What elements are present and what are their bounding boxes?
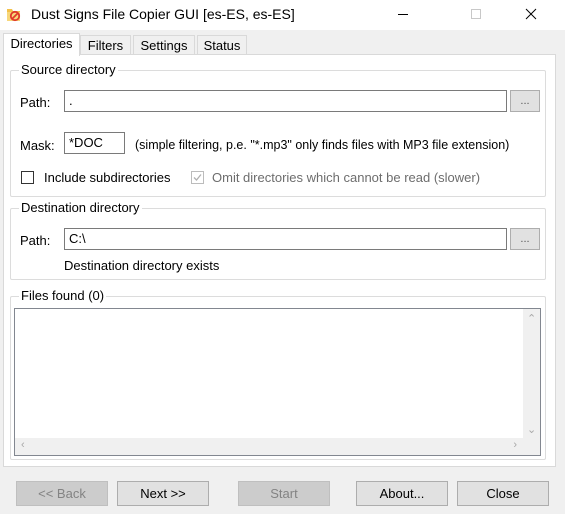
- title-bar: Dust Signs File Copier GUI [es-ES, es-ES…: [0, 0, 565, 30]
- destination-group-label: Destination directory: [19, 200, 142, 215]
- tab-filters[interactable]: Filters: [80, 35, 131, 55]
- source-path-label: Path:: [20, 95, 51, 110]
- tab-settings[interactable]: Settings: [133, 35, 195, 55]
- destination-directory-group: Destination directory Path: C:\ ... Dest…: [10, 200, 546, 280]
- checkmark-icon: [193, 174, 202, 181]
- source-group-label: Source directory: [19, 62, 118, 77]
- vertical-scrollbar[interactable]: ⌃ ⌄: [523, 309, 540, 438]
- files-found-label: Files found (0): [19, 288, 107, 303]
- minimize-icon: [397, 8, 409, 23]
- app-icon: [6, 6, 22, 23]
- tab-directories[interactable]: Directories: [3, 33, 80, 56]
- mask-hint: (simple filtering, p.e. "*.mp3" only fin…: [135, 138, 510, 152]
- directories-panel: Source directory Path: . ... Mask: *DOC …: [3, 54, 556, 467]
- omit-unreadable-checkbox: [191, 171, 204, 184]
- horizontal-scrollbar[interactable]: ‹ ›: [15, 438, 523, 455]
- scroll-left-icon[interactable]: ‹: [21, 439, 25, 451]
- window-title: Dust Signs File Copier GUI [es-ES, es-ES…: [31, 6, 295, 22]
- destination-status: Destination directory exists: [64, 258, 220, 273]
- maximize-button[interactable]: [453, 0, 499, 30]
- back-button[interactable]: << Back: [16, 481, 108, 506]
- destination-path-label: Path:: [20, 233, 51, 248]
- source-browse-button[interactable]: ...: [510, 90, 540, 112]
- destination-browse-button[interactable]: ...: [510, 228, 540, 250]
- minimize-button[interactable]: [380, 0, 426, 30]
- mask-input[interactable]: *DOC: [64, 132, 125, 154]
- close-button[interactable]: Close: [457, 481, 549, 506]
- close-icon: [525, 8, 537, 23]
- close-window-button[interactable]: [508, 0, 554, 30]
- source-path-input[interactable]: .: [64, 90, 507, 112]
- scroll-up-icon[interactable]: ⌃: [527, 312, 536, 325]
- maximize-icon: [470, 8, 482, 23]
- mask-label: Mask:: [20, 138, 55, 153]
- tab-status[interactable]: Status: [197, 35, 247, 55]
- destination-path-input[interactable]: C:\: [64, 228, 507, 250]
- scroll-down-icon[interactable]: ⌄: [527, 423, 536, 436]
- about-button[interactable]: About...: [356, 481, 448, 506]
- include-subdirectories-checkbox[interactable]: [21, 171, 34, 184]
- scroll-right-icon[interactable]: ›: [513, 439, 517, 451]
- files-list[interactable]: ⌃ ⌄ ‹ ›: [14, 308, 541, 456]
- next-button[interactable]: Next >>: [117, 481, 209, 506]
- source-directory-group: Source directory Path: . ... Mask: *DOC …: [10, 62, 546, 197]
- omit-unreadable-label: Omit directories which cannot be read (s…: [212, 170, 481, 185]
- scrollbar-corner: [523, 438, 540, 455]
- include-subdirectories-label: Include subdirectories: [44, 170, 171, 185]
- files-found-group: Files found (0) ⌃ ⌄ ‹ ›: [10, 288, 546, 460]
- start-button[interactable]: Start: [238, 481, 330, 506]
